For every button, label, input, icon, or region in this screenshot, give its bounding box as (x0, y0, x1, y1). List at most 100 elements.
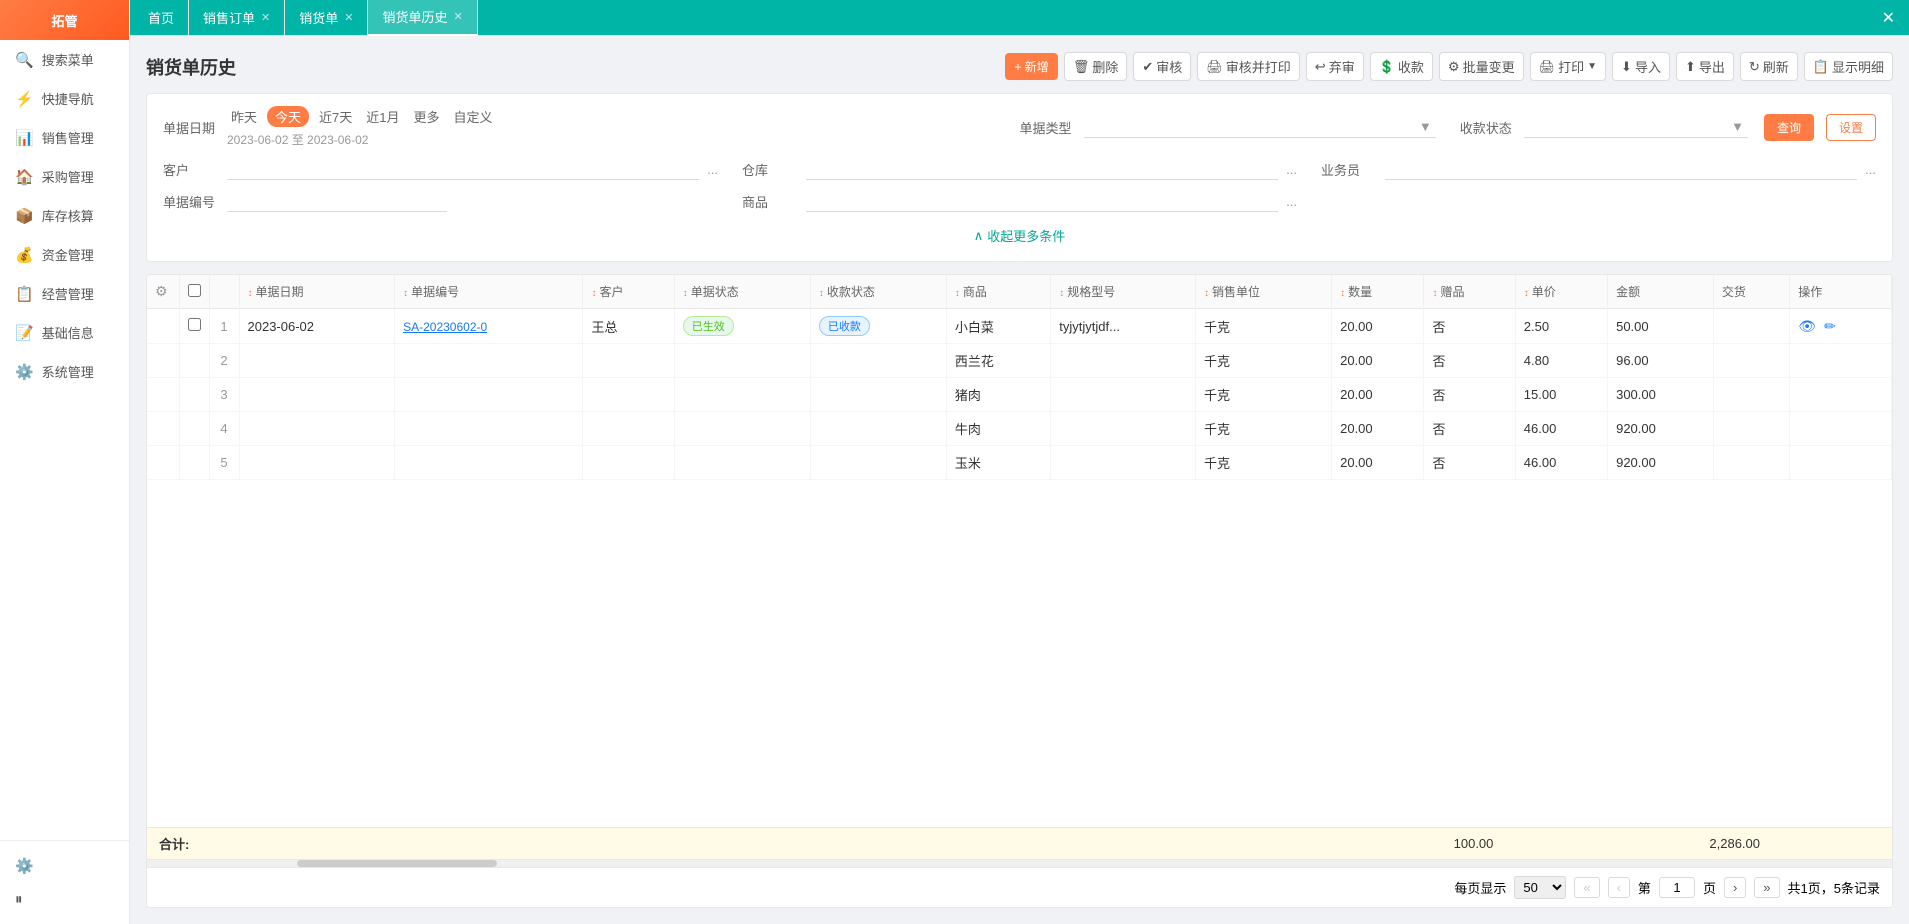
goods-ellipsis[interactable]: ... (1286, 194, 1297, 209)
row-customer (583, 344, 674, 378)
edit-action-icon[interactable]: ✏ (1824, 318, 1836, 335)
scrollbar-thumb[interactable] (297, 860, 497, 867)
th-gear: ⚙ (147, 275, 179, 309)
operation-icon: 📋 (15, 285, 34, 303)
horizontal-scrollbar[interactable] (147, 859, 1892, 867)
row-customer (583, 446, 674, 480)
row-checkbox-cell (179, 412, 209, 446)
row-transaction (1713, 412, 1789, 446)
sales-icon: 📊 (15, 129, 34, 147)
page-input[interactable] (1659, 877, 1695, 898)
customer-label: 客户 (163, 160, 219, 179)
th-unit[interactable]: 销售单位 (1196, 275, 1332, 309)
table-gear-icon[interactable]: ⚙ (155, 283, 168, 299)
shortcut-custom[interactable]: 自定义 (450, 106, 497, 127)
tab-sales-history[interactable]: 销货单历史 ✕ (368, 0, 477, 36)
batch-change-button[interactable]: ⚙ 批量变更 (1439, 52, 1524, 81)
row-goods: 玉米 (946, 446, 1050, 480)
audit-button[interactable]: ✔ 审核 (1133, 52, 1191, 81)
row-price: 46.00 (1515, 446, 1607, 480)
settings-button[interactable]: 设置 (1826, 114, 1876, 141)
row-unit: 千克 (1196, 309, 1332, 344)
sidebar-item-inventory[interactable]: 📦 库存核算 (0, 196, 129, 235)
show-detail-button[interactable]: 📋 显示明细 (1804, 52, 1893, 81)
view-action-icon[interactable]: 👁 (1798, 318, 1816, 335)
tab-close-sales-order[interactable]: ✕ (261, 11, 270, 24)
sidebar-item-finance[interactable]: 💰 资金管理 (0, 235, 129, 274)
sidebar-item-basic[interactable]: 📝 基础信息 (0, 313, 129, 352)
th-collect-status[interactable]: 收款状态 (810, 275, 946, 309)
tab-home[interactable]: 首页 (134, 0, 189, 36)
sidebar-item-operation[interactable]: 📋 经营管理 (0, 274, 129, 313)
last-page-btn[interactable]: » (1754, 877, 1779, 898)
row-doc-status (674, 412, 810, 446)
shortcut-today[interactable]: 今天 (267, 106, 309, 127)
sidebar-item-pause[interactable]: ⏸ (0, 883, 129, 916)
doc-no-input[interactable] (227, 190, 447, 212)
table-row: 4牛肉千克20.00否46.00920.00 (147, 412, 1892, 446)
th-doc-date[interactable]: 单据日期 (239, 275, 395, 309)
shortcut-more[interactable]: 更多 (410, 106, 444, 127)
warehouse-input[interactable] (806, 158, 1278, 180)
tab-sales-order[interactable]: 销售订单 ✕ (189, 0, 285, 36)
export-button[interactable]: ⬆ 导出 (1676, 52, 1734, 81)
th-goods[interactable]: 商品 (946, 275, 1050, 309)
refresh-button[interactable]: ↻ 刷新 (1740, 52, 1798, 81)
quick-nav-icon: ⚡ (15, 90, 34, 108)
page-label: 第 (1638, 878, 1651, 897)
warehouse-ellipsis[interactable]: ... (1286, 162, 1297, 177)
shortcut-7days[interactable]: 近7天 (315, 106, 356, 127)
collect-button[interactable]: 💲 收款 (1370, 52, 1433, 81)
goods-input[interactable] (806, 190, 1278, 212)
tab-sales-delivery[interactable]: 销货单 ✕ (285, 0, 368, 36)
row-price: 15.00 (1515, 378, 1607, 412)
per-page-select[interactable]: 20 50 100 (1514, 876, 1566, 899)
sidebar-item-quick-nav[interactable]: ⚡ 快捷导航 (0, 79, 129, 118)
query-button[interactable]: 查询 (1764, 114, 1814, 141)
add-button[interactable]: + 新增 (1005, 53, 1057, 80)
chevron-up-icon: ∧ (974, 228, 984, 244)
sidebar-item-system[interactable]: ⚙️ 系统管理 (0, 352, 129, 391)
row-goods: 猪肉 (946, 378, 1050, 412)
th-customer[interactable]: 客户 (583, 275, 674, 309)
delete-button[interactable]: 🗑 删除 (1064, 52, 1128, 81)
print-button[interactable]: 🖨 打印 ▼ (1530, 52, 1606, 81)
next-page-btn[interactable]: › (1724, 877, 1746, 898)
toolbar: + 新增 🗑 删除 ✔ 审核 🖨 审核并打印 ↩ 弃审 (1005, 52, 1893, 81)
select-all-checkbox[interactable] (188, 284, 201, 297)
prev-page-btn[interactable]: ‹ (1608, 877, 1630, 898)
sidebar-item-search-menu[interactable]: 🔍 搜索菜单 (0, 40, 129, 79)
th-gift[interactable]: 赠品 (1424, 275, 1515, 309)
customer-ellipsis[interactable]: ... (707, 162, 718, 177)
sidebar-item-purchase[interactable]: 🏠 采购管理 (0, 157, 129, 196)
row-qty: 20.00 (1332, 446, 1424, 480)
row-transaction (1713, 344, 1789, 378)
doc-type-select[interactable]: ▼ (1084, 116, 1436, 138)
tab-close-sales-history[interactable]: ✕ (454, 10, 463, 23)
th-doc-status[interactable]: 单据状态 (674, 275, 810, 309)
customer-input[interactable] (227, 158, 699, 180)
sidebar-item-sales[interactable]: 📊 销售管理 (0, 118, 129, 157)
inventory-icon: 📦 (15, 207, 34, 225)
import-button[interactable]: ⬇ 导入 (1612, 52, 1670, 81)
abandon-button[interactable]: ↩ 弃审 (1306, 52, 1364, 81)
shortcut-1month[interactable]: 近1月 (362, 106, 403, 127)
th-spec[interactable]: 规格型号 (1051, 275, 1196, 309)
row-checkbox[interactable] (188, 318, 201, 331)
th-doc-no[interactable]: 单据编号 (395, 275, 583, 309)
tab-close-sales-delivery[interactable]: ✕ (344, 11, 353, 24)
audit-print-button[interactable]: 🖨 审核并打印 (1197, 52, 1300, 81)
th-qty[interactable]: 数量 (1332, 275, 1424, 309)
first-page-btn[interactable]: « (1574, 877, 1599, 898)
sidebar-item-settings[interactable]: ⚙️ (0, 849, 129, 883)
doc-no-link[interactable]: SA-20230602-0 (403, 320, 487, 334)
salesperson-ellipsis[interactable]: ... (1865, 162, 1876, 177)
salesperson-input[interactable] (1385, 158, 1857, 180)
tabbar-close-all[interactable]: ✕ (1872, 8, 1905, 28)
filter-doc-no: 单据编号 (163, 190, 718, 212)
th-price[interactable]: 单价 (1515, 275, 1607, 309)
collect-status-select[interactable]: ▼ (1524, 116, 1748, 138)
shortcut-yesterday[interactable]: 昨天 (227, 106, 261, 127)
collapse-button[interactable]: ∧ 收起更多条件 (974, 222, 1066, 249)
row-doc-no: SA-20230602-0 (395, 309, 583, 344)
